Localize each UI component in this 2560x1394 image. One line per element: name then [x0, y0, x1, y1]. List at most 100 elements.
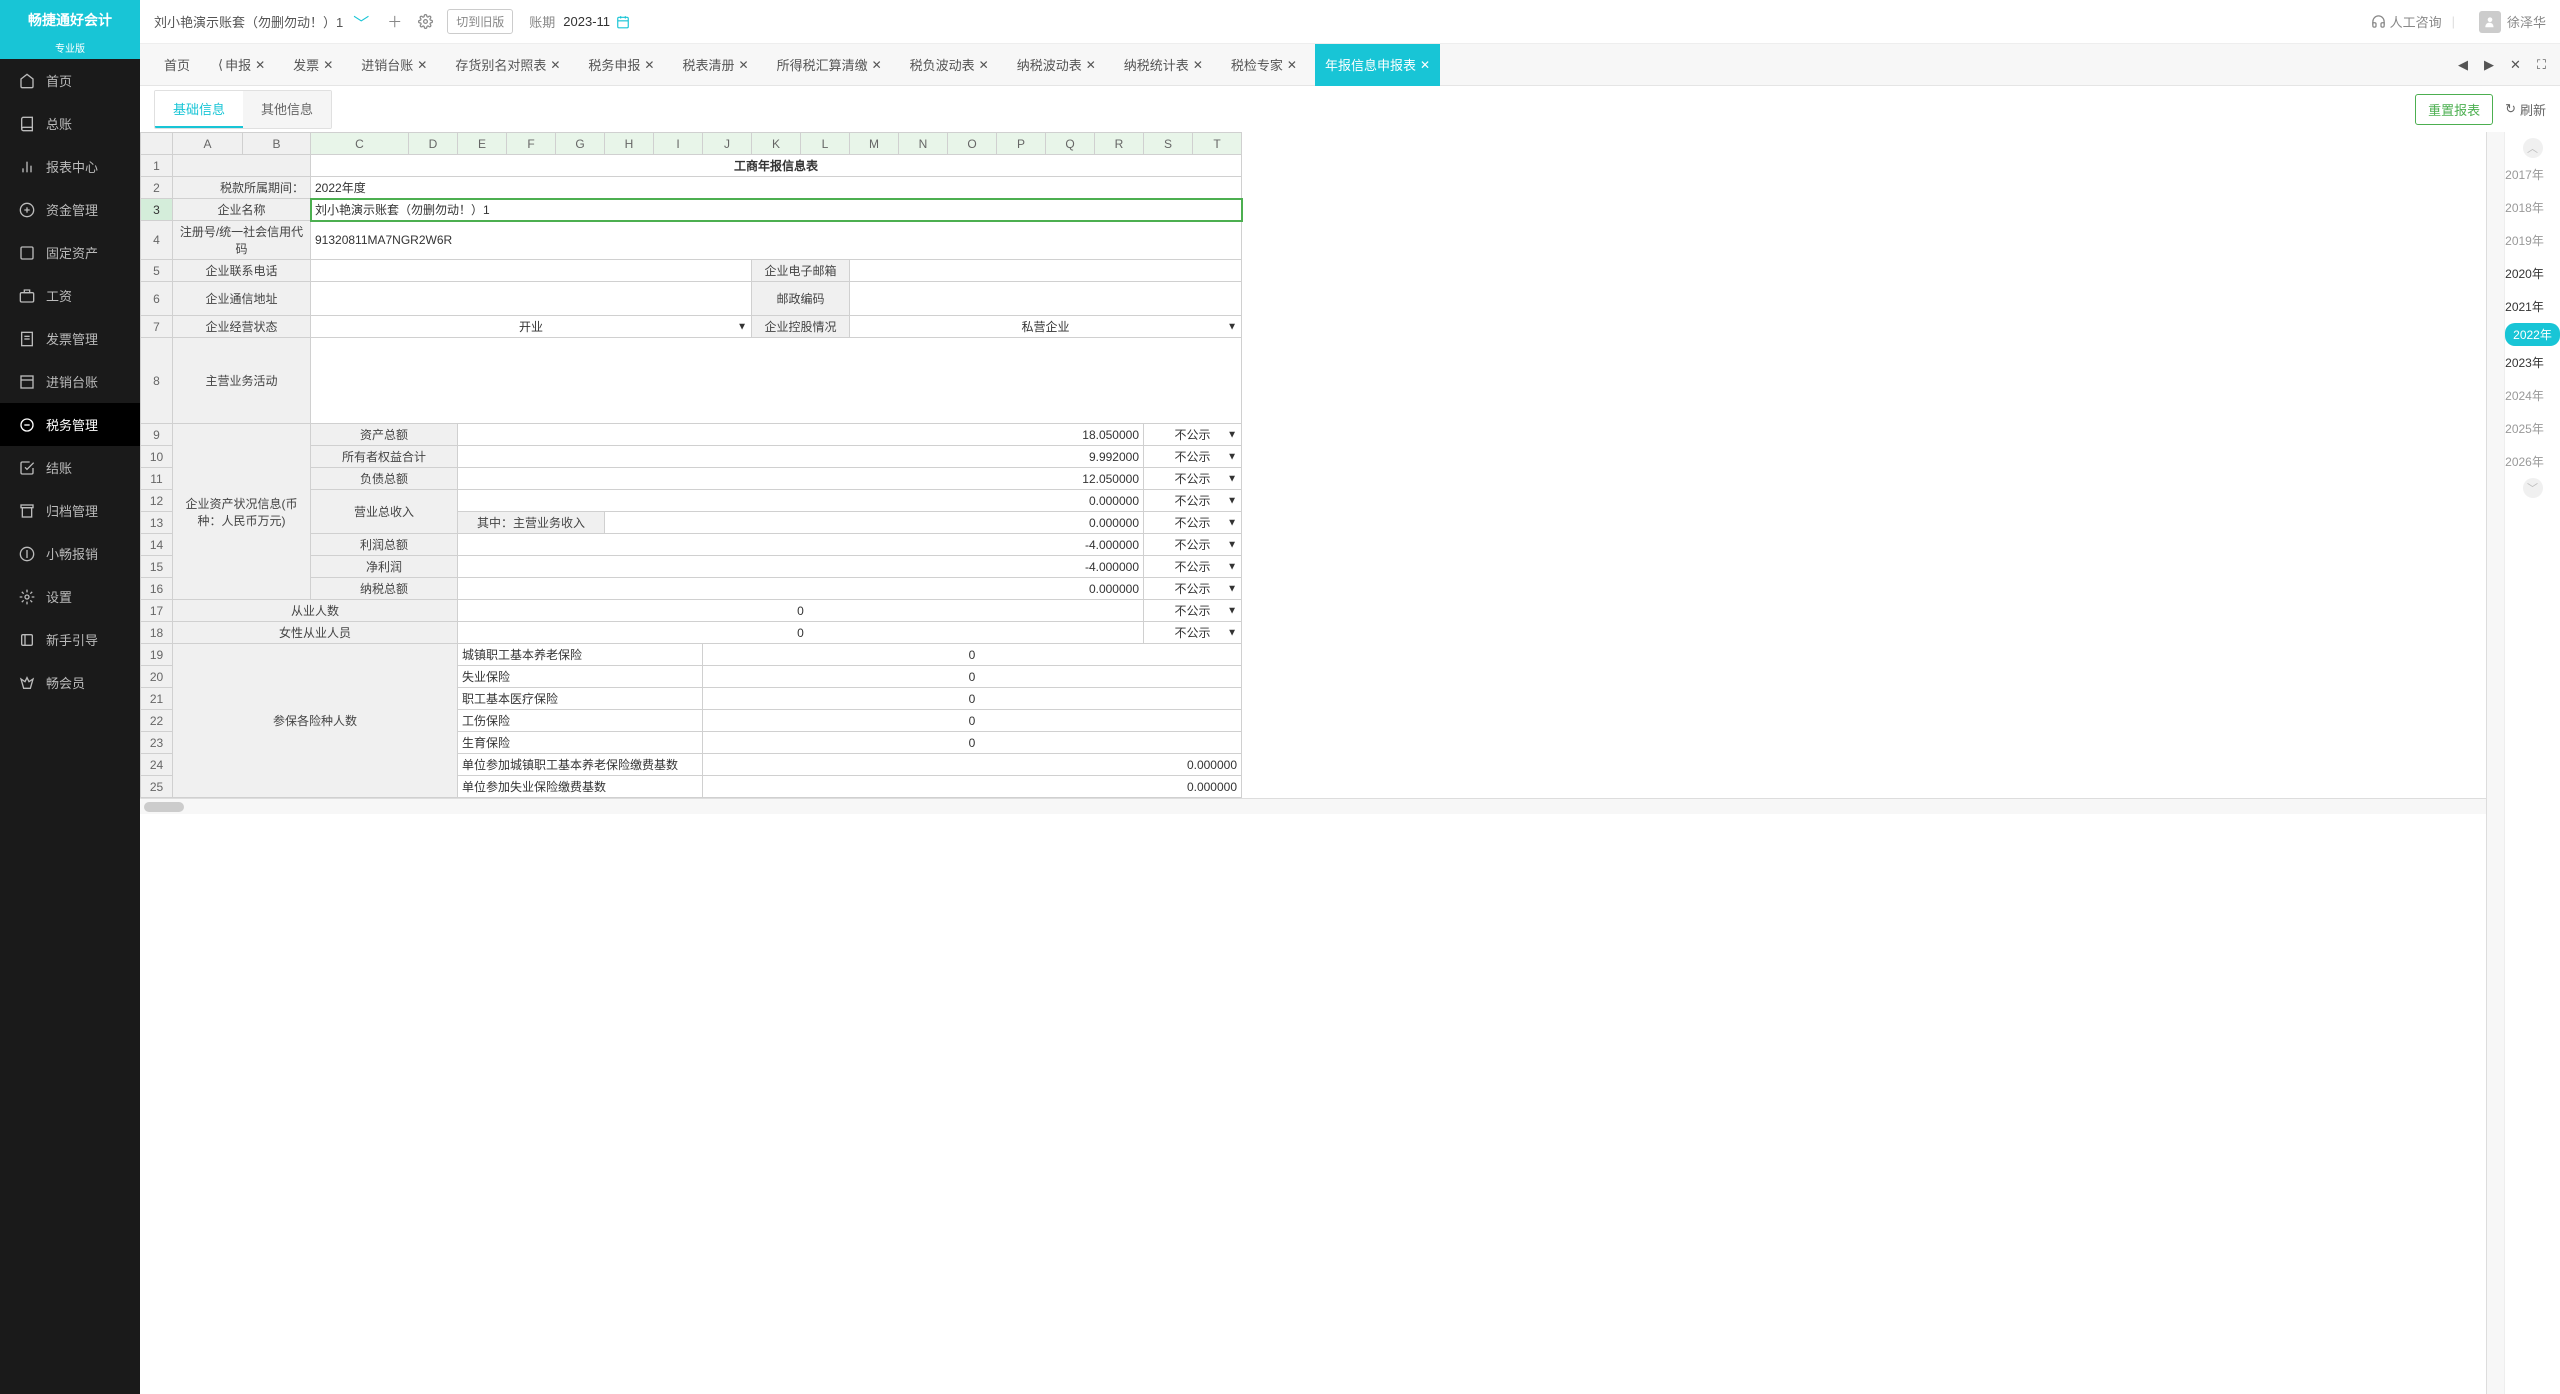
sidebar-item-reimburse[interactable]: 小畅报销 [0, 532, 140, 575]
tab-close-icon[interactable]: ✕ [872, 58, 882, 72]
tab-申报[interactable]: ⟨申报✕ [208, 44, 275, 86]
refresh-button[interactable]: ↻ 刷新 [2505, 100, 2546, 119]
row-header[interactable]: 20 [141, 666, 173, 688]
holding-dropdown[interactable]: 私营企业▼ [850, 316, 1242, 338]
row-header[interactable]: 17 [141, 600, 173, 622]
base-value-cell[interactable]: 0.000000 [703, 754, 1242, 776]
asset-value-cell[interactable]: 18.050000 [458, 424, 1144, 446]
disclosure-dropdown[interactable]: 不公示▼ [1144, 556, 1242, 578]
disclosure-dropdown[interactable]: 不公示▼ [1144, 512, 1242, 534]
year-2020年[interactable]: 2020年 [2505, 257, 2560, 290]
tab-close-icon[interactable]: ✕ [417, 58, 427, 72]
tab-发票[interactable]: 发票✕ [283, 44, 343, 86]
row-header[interactable]: 21 [141, 688, 173, 710]
row-header[interactable]: 12 [141, 490, 173, 512]
disclosure-dropdown[interactable]: 不公示▼ [1144, 468, 1242, 490]
row-header[interactable]: 11 [141, 468, 173, 490]
col-header[interactable]: O [948, 133, 997, 155]
row-header[interactable]: 6 [141, 282, 173, 316]
status-dropdown[interactable]: 开业▼ [311, 316, 752, 338]
asset-value-cell[interactable]: 12.050000 [458, 468, 1144, 490]
sidebar-item-guide[interactable]: 新手引导 [0, 618, 140, 661]
calendar-icon[interactable] [616, 15, 630, 29]
asset-value-cell[interactable]: -4.000000 [458, 556, 1144, 578]
year-2022年[interactable]: 2022年 [2505, 323, 2560, 346]
row-header[interactable]: 8 [141, 338, 173, 424]
year-2017年[interactable]: 2017年 [2505, 158, 2560, 191]
tab-进销台账[interactable]: 进销台账✕ [351, 44, 437, 86]
year-down-button[interactable]: ﹀ [2523, 478, 2543, 498]
sidebar-item-chart[interactable]: 报表中心 [0, 145, 140, 188]
col-header[interactable]: H [605, 133, 654, 155]
year-2018年[interactable]: 2018年 [2505, 191, 2560, 224]
sidebar-item-book[interactable]: 总账 [0, 102, 140, 145]
row-header[interactable]: 4 [141, 221, 173, 260]
sidebar-item-settings[interactable]: 设置 [0, 575, 140, 618]
user-name[interactable]: 徐泽华 [2507, 12, 2546, 31]
row-header[interactable]: 24 [141, 754, 173, 776]
insurance-value-cell[interactable]: 0 [703, 644, 1242, 666]
post-value-cell[interactable] [850, 282, 1242, 316]
col-header[interactable]: I [654, 133, 703, 155]
add-account-button[interactable]: ＋ [387, 11, 402, 32]
addr-value-cell[interactable] [311, 282, 752, 316]
col-header[interactable]: B [243, 133, 311, 155]
reg-value-cell[interactable]: 91320811MA7NGR2W6R [311, 221, 1242, 260]
disclosure-dropdown[interactable]: 不公示▼ [1144, 490, 1242, 512]
row-header[interactable]: 7 [141, 316, 173, 338]
row-header[interactable]: 14 [141, 534, 173, 556]
col-header[interactable]: L [801, 133, 850, 155]
subtab-basic[interactable]: 基础信息 [155, 91, 243, 128]
disclosure-dropdown[interactable]: 不公示▼ [1144, 578, 1242, 600]
account-settings-button[interactable] [418, 14, 433, 29]
tab-close-icon[interactable]: ✕ [255, 58, 265, 72]
tab-prev-button[interactable]: ◀ [2450, 53, 2476, 77]
sidebar-item-vip[interactable]: 畅会员 [0, 661, 140, 704]
col-header[interactable]: F [507, 133, 556, 155]
asset-value-cell[interactable]: -4.000000 [458, 534, 1144, 556]
tab-close-icon[interactable]: ✕ [1420, 58, 1430, 72]
row-header[interactable]: 19 [141, 644, 173, 666]
sidebar-item-asset[interactable]: 固定资产 [0, 231, 140, 274]
switch-old-button[interactable]: 切到旧版 [447, 9, 513, 34]
mainbiz-value-cell[interactable] [311, 338, 1242, 424]
insurance-value-cell[interactable]: 0 [703, 666, 1242, 688]
col-header[interactable]: T [1193, 133, 1242, 155]
row-header[interactable]: 13 [141, 512, 173, 534]
row-header[interactable]: 18 [141, 622, 173, 644]
col-header[interactable]: P [997, 133, 1046, 155]
year-2019年[interactable]: 2019年 [2505, 224, 2560, 257]
tab-存货别名对照表[interactable]: 存货别名对照表✕ [445, 44, 570, 86]
year-2021年[interactable]: 2021年 [2505, 290, 2560, 323]
email-value-cell[interactable] [850, 260, 1242, 282]
row-header[interactable]: 23 [141, 732, 173, 754]
sidebar-item-salary[interactable]: 工资 [0, 274, 140, 317]
sidebar-item-ledger[interactable]: 进销台账 [0, 360, 140, 403]
tab-close-icon[interactable]: ✕ [323, 58, 333, 72]
female-value-cell[interactable]: 0 [458, 622, 1144, 644]
insurance-value-cell[interactable]: 0 [703, 732, 1242, 754]
col-header[interactable]: A [173, 133, 243, 155]
year-2025年[interactable]: 2025年 [2505, 412, 2560, 445]
disclosure-dropdown[interactable]: 不公示▼ [1144, 622, 1242, 644]
account-selector[interactable]: 刘小艳演示账套（勿删勿动！）1 ﹀ [154, 10, 379, 34]
row-header[interactable]: 15 [141, 556, 173, 578]
period-value[interactable]: 2023-11 [563, 14, 610, 29]
tab-纳税波动表[interactable]: 纳税波动表✕ [1007, 44, 1106, 86]
col-header[interactable]: R [1095, 133, 1144, 155]
col-header[interactable]: Q [1046, 133, 1095, 155]
tab-税检专家[interactable]: 税检专家✕ [1221, 44, 1307, 86]
consult-link[interactable]: 人工咨询 [2390, 12, 2442, 31]
company-value-cell[interactable]: 刘小艳演示账套（勿删勿动！）1 [311, 199, 1242, 221]
base-value-cell[interactable]: 0.000000 [703, 776, 1242, 798]
reset-report-button[interactable]: 重置报表 [2415, 94, 2493, 125]
tab-所得税汇算清缴[interactable]: 所得税汇算清缴✕ [767, 44, 892, 86]
tab-首页[interactable]: 首页 [154, 44, 200, 86]
row-header[interactable]: 25 [141, 776, 173, 798]
col-header[interactable]: J [703, 133, 752, 155]
vertical-scrollbar[interactable] [2486, 132, 2504, 1394]
tab-close-icon[interactable]: ✕ [550, 58, 560, 72]
year-up-button[interactable]: ︿ [2523, 138, 2543, 158]
tab-close-icon[interactable]: ✕ [1287, 58, 1297, 72]
user-avatar-icon[interactable] [2479, 11, 2501, 33]
